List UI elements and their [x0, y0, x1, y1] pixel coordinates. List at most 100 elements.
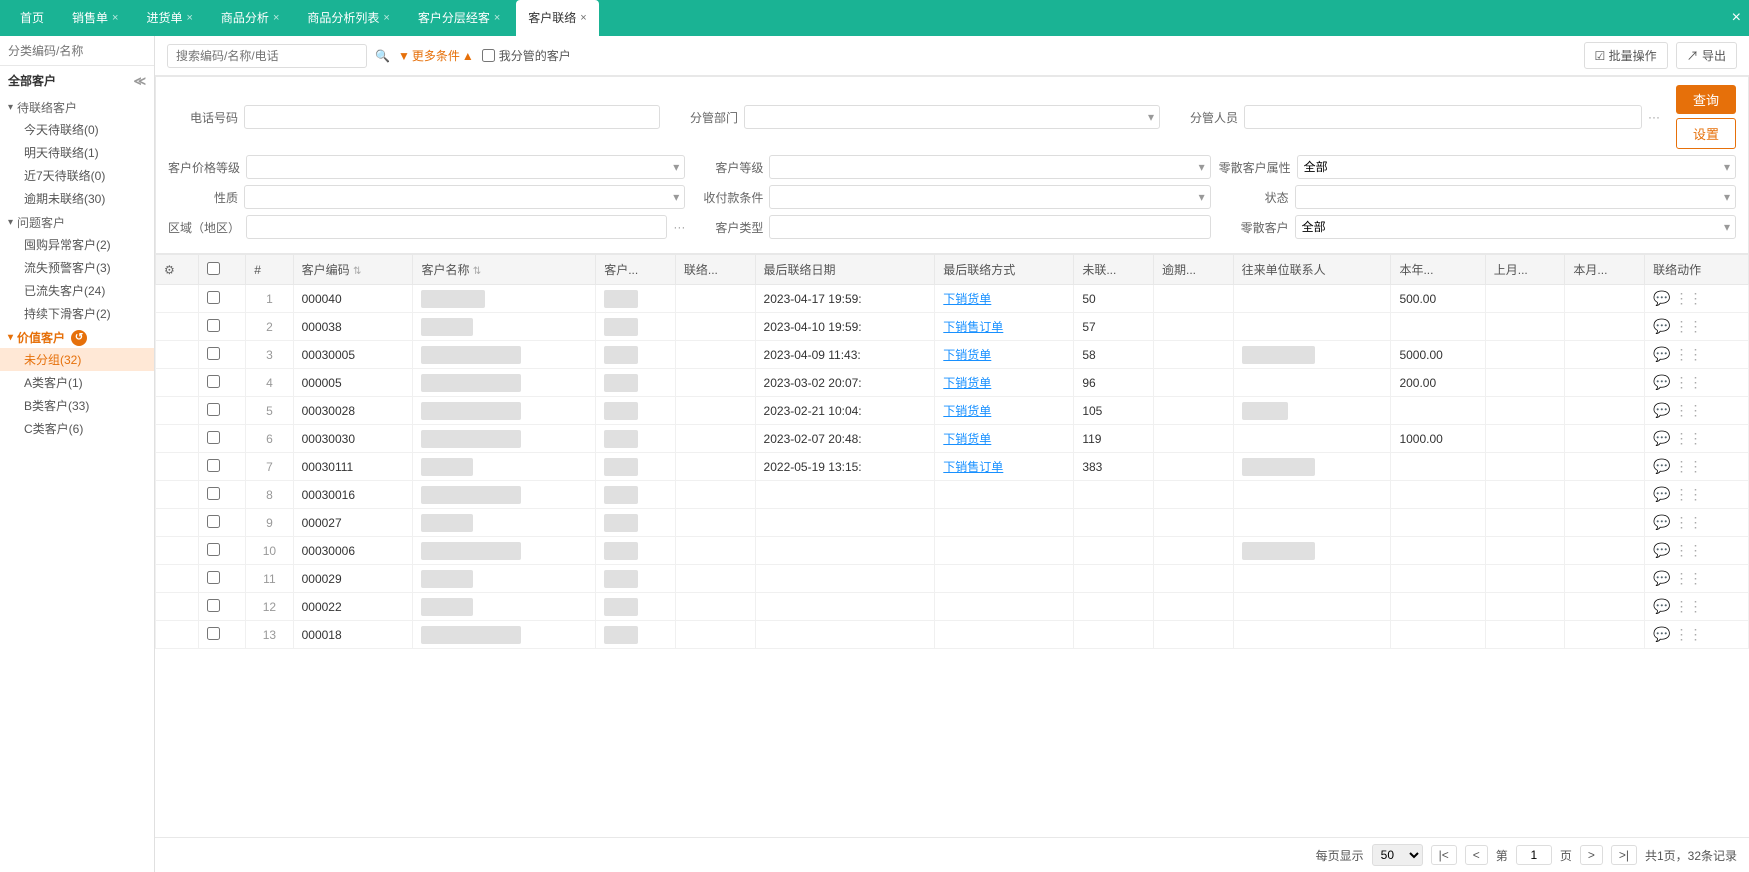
sidebar-item-tomorrow[interactable]: 明天待联络(1) [0, 141, 154, 164]
next-page-button[interactable]: > [1580, 845, 1603, 865]
contact-action-icon[interactable]: 💬 [1653, 598, 1670, 615]
col-code[interactable]: 客户编码 ⇅ [293, 255, 413, 285]
contact-action-icon[interactable]: 💬 [1653, 290, 1670, 307]
payment-select[interactable] [769, 185, 1210, 209]
search-button[interactable]: 🔍 [375, 49, 390, 63]
nav-tab-customer-layer[interactable]: 客户分层经客 × [406, 0, 512, 36]
more-conditions-button[interactable]: ▼ 更多条件 ▲ [398, 47, 474, 64]
sidebar-all-customers[interactable]: 全部客户 ≪ [0, 66, 154, 95]
contact-action-icon[interactable]: 💬 [1653, 570, 1670, 587]
retail-attr-select[interactable]: 全部 [1297, 155, 1736, 179]
row-last-method[interactable]: 下销售订单 [935, 453, 1074, 481]
row-last-method[interactable]: 下销货单 [935, 369, 1074, 397]
sidebar-group-value[interactable]: ▾ 价值客户 ↺ [0, 325, 154, 348]
row-last-method[interactable]: 下销货单 [935, 425, 1074, 453]
more-action-icon[interactable]: ⋮⋮ [1675, 514, 1703, 531]
row-checkbox[interactable] [199, 481, 246, 509]
page-input[interactable] [1516, 845, 1552, 865]
staff-input[interactable] [1244, 105, 1642, 129]
dots-icon[interactable]: ··· [673, 220, 685, 234]
row-last-method[interactable] [935, 593, 1074, 621]
row-checkbox[interactable] [199, 397, 246, 425]
row-last-method[interactable] [935, 481, 1074, 509]
close-icon[interactable]: × [383, 0, 389, 36]
contact-action-icon[interactable]: 💬 [1653, 374, 1670, 391]
contact-action-icon[interactable]: 💬 [1653, 514, 1670, 531]
row-last-method[interactable]: 下销货单 [935, 285, 1074, 313]
contact-action-icon[interactable]: 💬 [1653, 626, 1670, 643]
contact-action-icon[interactable]: 💬 [1653, 318, 1670, 335]
more-action-icon[interactable]: ⋮⋮ [1675, 290, 1703, 307]
last-page-button[interactable]: >| [1611, 845, 1637, 865]
row-last-method[interactable]: 下销货单 [935, 341, 1074, 369]
more-action-icon[interactable]: ⋮⋮ [1675, 430, 1703, 447]
more-action-icon[interactable]: ⋮⋮ [1675, 542, 1703, 559]
dots-icon[interactable]: ··· [1648, 110, 1660, 124]
row-last-method[interactable] [935, 621, 1074, 649]
sidebar-item-ungroup[interactable]: 未分组(32) [0, 348, 154, 371]
sidebar-item-declining[interactable]: 持续下滑客户(2) [0, 302, 154, 325]
nav-tab-analysis-list[interactable]: 商品分析列表 × [295, 0, 401, 36]
more-action-icon[interactable]: ⋮⋮ [1675, 486, 1703, 503]
row-checkbox[interactable] [199, 369, 246, 397]
sidebar-item-today[interactable]: 今天待联络(0) [0, 118, 154, 141]
contact-action-icon[interactable]: 💬 [1653, 486, 1670, 503]
query-button[interactable]: 查询 [1676, 85, 1736, 114]
col-name[interactable]: 客户名称 ⇅ [413, 255, 596, 285]
nature-select[interactable] [244, 185, 685, 209]
contact-action-icon[interactable]: 💬 [1653, 402, 1670, 419]
more-action-icon[interactable]: ⋮⋮ [1675, 626, 1703, 643]
search-input[interactable] [167, 44, 367, 68]
dept-select[interactable] [744, 105, 1160, 129]
prev-page-button[interactable]: < [1465, 845, 1488, 865]
sidebar-item-a-class[interactable]: A类客户(1) [0, 371, 154, 394]
contact-action-icon[interactable]: 💬 [1653, 346, 1670, 363]
sidebar-item-c-class[interactable]: C类客户(6) [0, 417, 154, 440]
more-action-icon[interactable]: ⋮⋮ [1675, 458, 1703, 475]
my-customers-checkbox-label[interactable]: 我分管的客户 [482, 47, 571, 64]
row-checkbox[interactable] [199, 593, 246, 621]
row-last-method[interactable]: 下销售订单 [935, 313, 1074, 341]
per-page-select[interactable]: 50 100 200 [1372, 844, 1423, 866]
close-icon[interactable]: × [186, 0, 192, 36]
nav-tab-analysis[interactable]: 商品分析 × [209, 0, 291, 36]
more-action-icon[interactable]: ⋮⋮ [1675, 318, 1703, 335]
customer-level-select[interactable] [769, 155, 1210, 179]
nav-tab-customer-contact[interactable]: 客户联络 × [516, 0, 598, 36]
retail-customer-select[interactable]: 全部 [1295, 215, 1736, 239]
more-action-icon[interactable]: ⋮⋮ [1675, 402, 1703, 419]
more-action-icon[interactable]: ⋮⋮ [1675, 346, 1703, 363]
close-icon[interactable]: × [494, 0, 500, 36]
contact-action-icon[interactable]: 💬 [1653, 458, 1670, 475]
sidebar-group-pending[interactable]: ▾ 待联络客户 [0, 95, 154, 118]
row-checkbox[interactable] [199, 509, 246, 537]
more-action-icon[interactable]: ⋮⋮ [1675, 570, 1703, 587]
price-level-select[interactable] [246, 155, 685, 179]
status-select[interactable] [1295, 185, 1736, 209]
sidebar-item-hoard-abnormal[interactable]: 囤购异常客户(2) [0, 233, 154, 256]
row-last-method[interactable] [935, 537, 1074, 565]
close-icon[interactable]: × [580, 0, 586, 36]
sidebar-item-churn-warning[interactable]: 流失预警客户(3) [0, 256, 154, 279]
contact-action-icon[interactable]: 💬 [1653, 430, 1670, 447]
more-action-icon[interactable]: ⋮⋮ [1675, 374, 1703, 391]
sidebar-item-churned[interactable]: 已流失客户(24) [0, 279, 154, 302]
more-action-icon[interactable]: ⋮⋮ [1675, 598, 1703, 615]
settings-icon[interactable]: ⚙ [164, 263, 175, 277]
close-icon[interactable]: × [273, 0, 279, 36]
row-checkbox[interactable] [199, 341, 246, 369]
my-customers-checkbox[interactable] [482, 49, 495, 62]
nav-tab-sales[interactable]: 销售单 × [60, 0, 130, 36]
row-checkbox[interactable] [199, 537, 246, 565]
row-last-method[interactable] [935, 565, 1074, 593]
row-checkbox[interactable] [199, 565, 246, 593]
close-all-button[interactable]: × [1732, 9, 1741, 27]
phone-input[interactable] [244, 105, 660, 129]
row-checkbox[interactable] [199, 313, 246, 341]
reset-button[interactable]: 设置 [1676, 118, 1736, 149]
region-input[interactable] [246, 215, 667, 239]
sidebar-group-problem[interactable]: ▾ 问题客户 [0, 210, 154, 233]
customer-type-input[interactable] [769, 215, 1210, 239]
nav-tab-purchase[interactable]: 进货单 × [134, 0, 204, 36]
row-checkbox[interactable] [199, 453, 246, 481]
